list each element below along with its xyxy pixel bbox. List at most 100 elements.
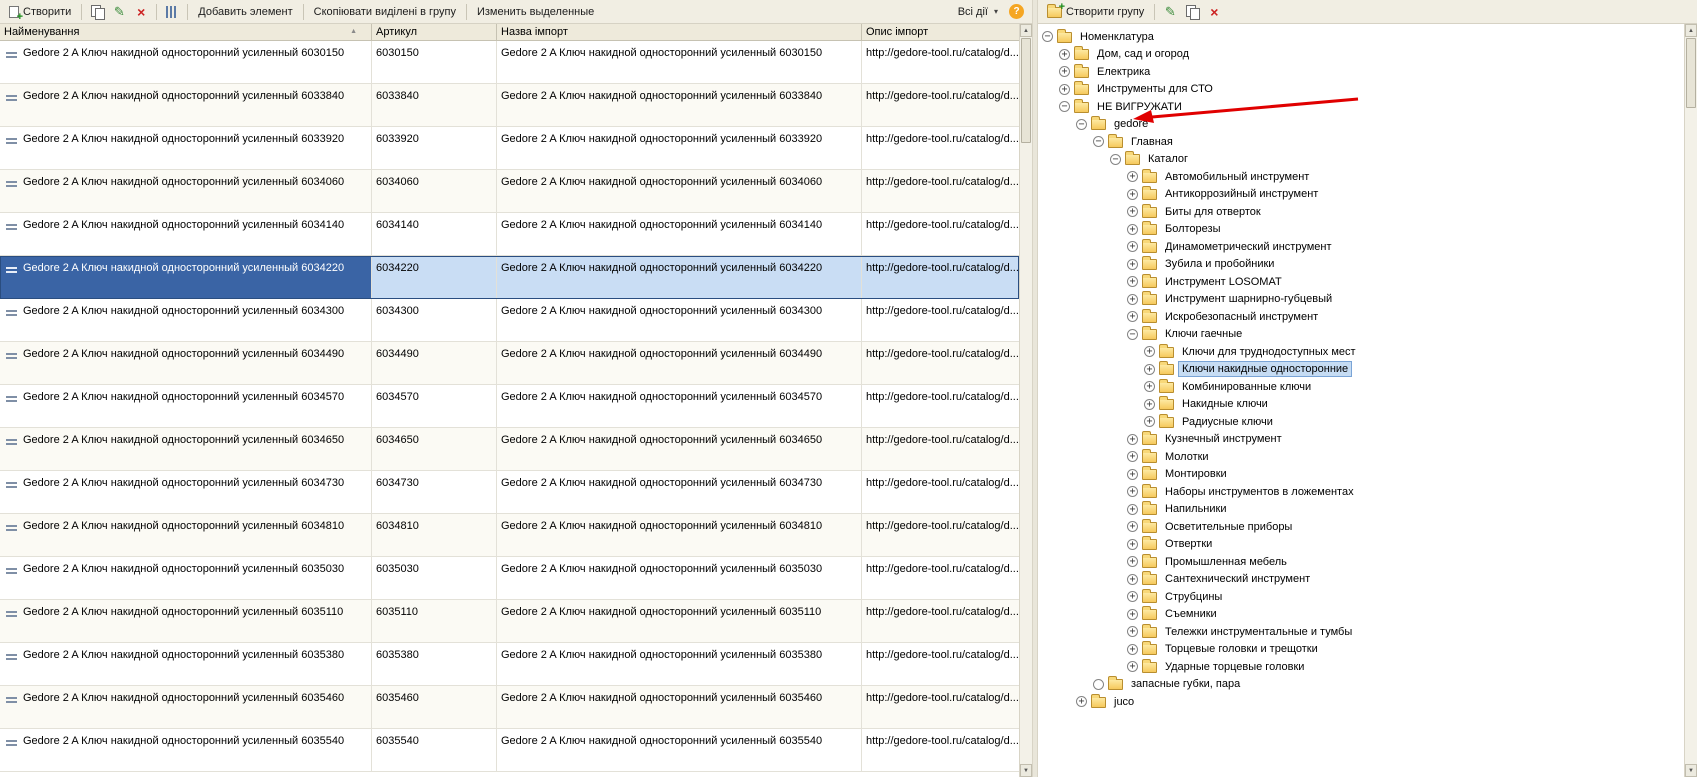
tree-item[interactable]: + Инструмент шарнирно-губцевый: [1038, 291, 1684, 309]
expander-icon[interactable]: +: [1059, 66, 1070, 78]
tree-item-label[interactable]: Инструменты для СТО: [1094, 82, 1216, 96]
expander-icon[interactable]: +: [1059, 83, 1070, 95]
tree-item[interactable]: запасные губки, пара: [1038, 676, 1684, 694]
cell-import-desc[interactable]: http://gedore-tool.ru/catalog/d...: [862, 256, 1019, 298]
tree-item-label[interactable]: Болторезы: [1162, 222, 1224, 236]
expander-icon[interactable]: +: [1127, 538, 1138, 550]
table-row[interactable]: Gedore 2 A Ключ накидной односторонний у…: [0, 643, 1019, 686]
tree-item-label[interactable]: Кузнечный инструмент: [1162, 432, 1285, 446]
cell-name[interactable]: Gedore 2 A Ключ накидной односторонний у…: [0, 127, 372, 169]
expander-icon[interactable]: +: [1127, 311, 1138, 323]
cell-import-name[interactable]: Gedore 2 A Ключ накидной односторонний у…: [497, 84, 862, 126]
cell-import-desc[interactable]: http://gedore-tool.ru/catalog/d...: [862, 428, 1019, 470]
table-row[interactable]: Gedore 2 A Ключ накидной односторонний у…: [0, 471, 1019, 514]
cell-name[interactable]: Gedore 2 A Ключ накидной односторонний у…: [0, 729, 372, 771]
cell-import-name[interactable]: Gedore 2 A Ключ накидной односторонний у…: [497, 428, 862, 470]
cell-import-name[interactable]: Gedore 2 A Ключ накидной односторонний у…: [497, 170, 862, 212]
table-row[interactable]: Gedore 2 A Ключ накидной односторонний у…: [0, 428, 1019, 471]
tree-item-label[interactable]: Монтировки: [1162, 467, 1230, 481]
cell-article[interactable]: 6033840: [372, 84, 497, 126]
cell-article[interactable]: 6035110: [372, 600, 497, 642]
table-row[interactable]: Gedore 2 A Ключ накидной односторонний у…: [0, 385, 1019, 428]
cell-import-desc[interactable]: http://gedore-tool.ru/catalog/d...: [862, 686, 1019, 728]
tree-item-label[interactable]: Искробезопасный инструмент: [1162, 310, 1321, 324]
tree-item-label[interactable]: Каталог: [1145, 152, 1191, 166]
cell-article[interactable]: 6030150: [372, 41, 497, 83]
column-header-import-name[interactable]: Назва імпорт: [497, 24, 862, 40]
tree-item[interactable]: + Наборы инструментов в ложементах: [1038, 483, 1684, 501]
cell-import-name[interactable]: Gedore 2 A Ключ накидной односторонний у…: [497, 686, 862, 728]
tree-item-label[interactable]: Комбинированные ключи: [1179, 380, 1314, 394]
edit-item-button[interactable]: ✎: [109, 2, 129, 22]
expander-icon[interactable]: +: [1127, 521, 1138, 533]
tree-item-label[interactable]: Ключи гаечные: [1162, 327, 1245, 341]
expander-icon[interactable]: −: [1110, 153, 1121, 165]
cell-import-desc[interactable]: http://gedore-tool.ru/catalog/d...: [862, 170, 1019, 212]
cell-import-desc[interactable]: http://gedore-tool.ru/catalog/d...: [862, 471, 1019, 513]
tree-scrollbar[interactable]: ▲ ▼: [1684, 24, 1697, 777]
table-row[interactable]: Gedore 2 A Ключ накидной односторонний у…: [0, 84, 1019, 127]
tree-item[interactable]: + Електрика: [1038, 63, 1684, 81]
table-row[interactable]: Gedore 2 A Ключ накидной односторонний у…: [0, 127, 1019, 170]
tree-item-label[interactable]: gedore: [1111, 117, 1151, 131]
expander-icon[interactable]: +: [1144, 363, 1155, 375]
tree-item-label[interactable]: Биты для отверток: [1162, 205, 1264, 219]
cell-import-desc[interactable]: http://gedore-tool.ru/catalog/d...: [862, 213, 1019, 255]
tree-item-label[interactable]: Сантехнический инструмент: [1162, 572, 1313, 586]
cell-import-name[interactable]: Gedore 2 A Ключ накидной односторонний у…: [497, 299, 862, 341]
cell-article[interactable]: 6034300: [372, 299, 497, 341]
tree-item[interactable]: + Торцевые головки и трещотки: [1038, 641, 1684, 659]
cell-import-desc[interactable]: http://gedore-tool.ru/catalog/d...: [862, 643, 1019, 685]
tree-item[interactable]: + Искробезопасный инструмент: [1038, 308, 1684, 326]
cell-import-desc[interactable]: http://gedore-tool.ru/catalog/d...: [862, 84, 1019, 126]
tree-item-label[interactable]: Съемники: [1162, 607, 1220, 621]
tree-item[interactable]: + Тележки инструментальные и тумбы: [1038, 623, 1684, 641]
tree-item-label[interactable]: Молотки: [1162, 450, 1212, 464]
edit-group-button[interactable]: ✎: [1160, 2, 1180, 22]
tree-item[interactable]: + Болторезы: [1038, 221, 1684, 239]
expander-icon[interactable]: +: [1127, 556, 1138, 568]
tree-item[interactable]: + Ударные торцевые головки: [1038, 658, 1684, 676]
cell-article[interactable]: 6034060: [372, 170, 497, 212]
cell-article[interactable]: 6034730: [372, 471, 497, 513]
tree-item[interactable]: + Инструменты для СТО: [1038, 81, 1684, 99]
expander-icon[interactable]: −: [1093, 136, 1104, 148]
all-actions-button[interactable]: Всі дії ▾: [953, 4, 1003, 20]
cell-import-name[interactable]: Gedore 2 A Ключ накидной односторонний у…: [497, 342, 862, 384]
cell-article[interactable]: 6034490: [372, 342, 497, 384]
expander-icon[interactable]: +: [1127, 188, 1138, 200]
cell-import-name[interactable]: Gedore 2 A Ключ накидной односторонний у…: [497, 385, 862, 427]
cell-article[interactable]: 6035030: [372, 557, 497, 599]
expander-icon[interactable]: +: [1127, 451, 1138, 463]
cell-import-name[interactable]: Gedore 2 A Ключ накидной односторонний у…: [497, 643, 862, 685]
tree-item[interactable]: + Отвертки: [1038, 536, 1684, 554]
tree-item-label[interactable]: Антикоррозийный инструмент: [1162, 187, 1321, 201]
cell-article[interactable]: 6035380: [372, 643, 497, 685]
table-row[interactable]: Gedore 2 A Ключ накидной односторонний у…: [0, 600, 1019, 643]
cell-import-name[interactable]: Gedore 2 A Ключ накидной односторонний у…: [497, 557, 862, 599]
cell-name[interactable]: Gedore 2 A Ключ накидной односторонний у…: [0, 256, 372, 298]
column-header-name[interactable]: Найменування ▲: [0, 24, 372, 40]
cell-import-name[interactable]: Gedore 2 A Ключ накидной односторонний у…: [497, 41, 862, 83]
cell-import-name[interactable]: Gedore 2 A Ключ накидной односторонний у…: [497, 600, 862, 642]
expander-icon[interactable]: +: [1127, 503, 1138, 515]
tree-item[interactable]: + Напильники: [1038, 501, 1684, 519]
tree-item-label[interactable]: Ключи накидные односторонние: [1177, 361, 1353, 378]
expander-icon[interactable]: [1093, 678, 1104, 690]
tree-item[interactable]: + Накидные ключи: [1038, 396, 1684, 414]
cell-article[interactable]: 6034220: [372, 256, 497, 298]
table-row[interactable]: Gedore 2 A Ключ накидной односторонний у…: [0, 342, 1019, 385]
table-row[interactable]: Gedore 2 A Ключ накидной односторонний у…: [0, 41, 1019, 84]
tree-item-label[interactable]: НЕ ВИГРУЖАТИ: [1094, 100, 1185, 114]
tree-item[interactable]: + Осветительные приборы: [1038, 518, 1684, 536]
table-row[interactable]: Gedore 2 A Ключ накидной односторонний у…: [0, 299, 1019, 342]
tree-item[interactable]: + Молотки: [1038, 448, 1684, 466]
create-group-button[interactable]: Створити групу: [1042, 1, 1149, 20]
tree-item[interactable]: − Номенклатура: [1038, 28, 1684, 46]
cell-name[interactable]: Gedore 2 A Ключ накидной односторонний у…: [0, 428, 372, 470]
copy-item-button[interactable]: [87, 2, 107, 22]
list-scrollbar[interactable]: ▲ ▼: [1019, 24, 1032, 777]
tree-item[interactable]: + Сантехнический инструмент: [1038, 571, 1684, 589]
tree-item-label[interactable]: Торцевые головки и трещотки: [1162, 642, 1321, 656]
tree-item-label[interactable]: Ключи для труднодоступных мест: [1179, 345, 1359, 359]
